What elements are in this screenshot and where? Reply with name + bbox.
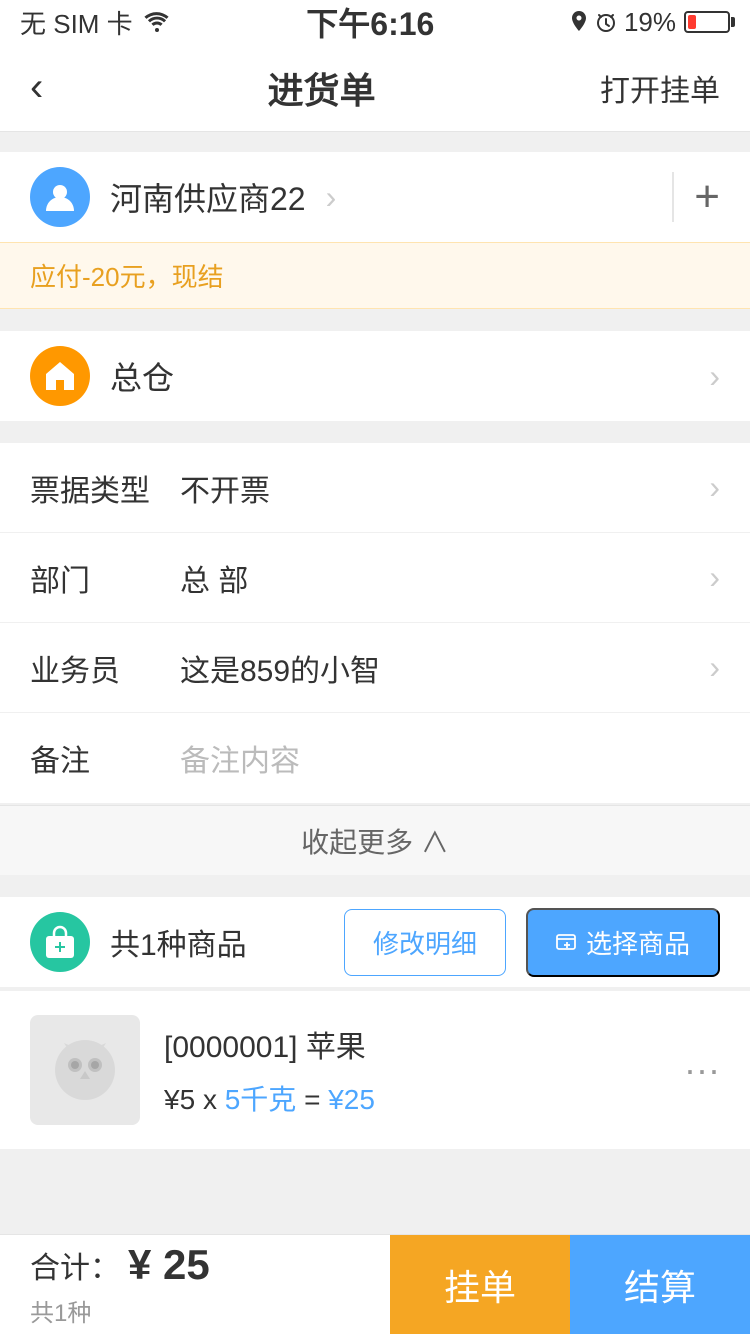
- total-label: 合计：: [30, 1243, 120, 1287]
- warehouse-row[interactable]: 总仓 ›: [0, 331, 750, 421]
- remark-row[interactable]: 备注 备注内容: [0, 713, 750, 803]
- checkout-label: 结算: [624, 1259, 696, 1311]
- back-button[interactable]: ‹: [30, 65, 43, 110]
- supplier-name: 河南供应商22: [110, 174, 306, 220]
- divider-5: [0, 987, 750, 989]
- divider-4: [0, 875, 750, 895]
- price-quantity: 5千克: [225, 1084, 297, 1115]
- wifi-icon: [143, 12, 171, 32]
- products-count: 共1种商品: [110, 920, 324, 964]
- sales-chevron-icon: ›: [709, 649, 720, 686]
- warehouse-chevron-icon: ›: [709, 358, 720, 395]
- product-name: [0000001] 苹果: [164, 1022, 660, 1066]
- warehouse-section: 总仓 ›: [0, 331, 750, 421]
- select-product-label: 选择商品: [586, 924, 690, 961]
- collapse-label: 收起更多 ∧: [301, 821, 449, 861]
- product-title: 苹果: [306, 1031, 366, 1064]
- product-info: [0000001] 苹果 ¥5 x 5千克 = ¥25: [164, 1022, 660, 1118]
- supplier-divider: [672, 172, 674, 222]
- page-title: 进货单: [268, 62, 376, 114]
- form-section: 票据类型 不开票 › 部门 总 部 › 业务员 这是859的小智 › 备注 备注…: [0, 443, 750, 803]
- divider-2: [0, 309, 750, 329]
- total-section: 合计： ¥ 25 共1种: [0, 1235, 390, 1334]
- open-pending-button[interactable]: 打开挂单: [600, 66, 720, 110]
- status-bar: 无 SIM 卡 下午6:16 19%: [0, 0, 750, 44]
- sales-value: 这是859的小智: [170, 646, 709, 690]
- sales-label: 业务员: [30, 646, 170, 690]
- price-unit: ¥5: [164, 1084, 195, 1115]
- checkout-button[interactable]: 结算: [570, 1235, 750, 1334]
- nav-bar: ‹ 进货单 打开挂单: [0, 44, 750, 132]
- product-more-button[interactable]: ···: [684, 1049, 720, 1091]
- edit-detail-button[interactable]: 修改明细: [344, 909, 506, 976]
- warehouse-name: 总仓: [110, 353, 709, 399]
- total-line: 合计： ¥ 25: [30, 1241, 360, 1289]
- battery-icon: [684, 11, 730, 33]
- warning-text: 应付-20元，现结: [30, 262, 224, 292]
- supplier-info: 河南供应商22 ›: [30, 167, 652, 227]
- product-thumbnail: [30, 1015, 140, 1125]
- dept-chevron-icon: ›: [709, 559, 720, 596]
- price-equals: =: [304, 1084, 328, 1115]
- warehouse-icon: [30, 346, 90, 406]
- invoice-value: 不开票: [170, 466, 709, 510]
- invoice-chevron-icon: ›: [709, 469, 720, 506]
- invoice-row[interactable]: 票据类型 不开票 ›: [0, 443, 750, 533]
- price-multiply: x: [203, 1084, 225, 1115]
- battery-percent: 19%: [624, 7, 676, 38]
- suspend-label: 挂单: [444, 1259, 516, 1311]
- invoice-label: 票据类型: [30, 466, 170, 510]
- dept-value: 总 部: [170, 556, 709, 600]
- supplier-section: 河南供应商22 › + 应付-20元，现结: [0, 152, 750, 309]
- status-right: 19%: [570, 7, 730, 38]
- divider-top: [0, 132, 750, 152]
- cart-add-icon: [556, 931, 578, 953]
- suspend-button[interactable]: 挂单: [390, 1235, 570, 1334]
- dept-label: 部门: [30, 556, 170, 600]
- product-item: [0000001] 苹果 ¥5 x 5千克 = ¥25 ···: [0, 991, 750, 1149]
- home-icon: [42, 358, 78, 394]
- status-time: 下午6:16: [306, 0, 434, 45]
- products-icon: [30, 912, 90, 972]
- divider-3: [0, 421, 750, 441]
- product-code: [0000001]: [164, 1031, 297, 1064]
- supplier-chevron-icon: ›: [326, 179, 337, 216]
- total-amount: ¥ 25: [128, 1241, 210, 1289]
- remark-label: 备注: [30, 736, 170, 780]
- location-icon: [570, 11, 588, 33]
- dept-row[interactable]: 部门 总 部 ›: [0, 533, 750, 623]
- collapse-row[interactable]: 收起更多 ∧: [0, 805, 750, 875]
- sales-row[interactable]: 业务员 这是859的小智 ›: [0, 623, 750, 713]
- total-sub: 共1种: [30, 1293, 360, 1328]
- alarm-icon: [596, 11, 616, 33]
- bag-icon: [42, 924, 78, 960]
- bottom-bar: 合计： ¥ 25 共1种 挂单 结算: [0, 1234, 750, 1334]
- carrier-text: 无 SIM 卡: [20, 4, 133, 41]
- status-left: 无 SIM 卡: [20, 4, 171, 41]
- products-header: 共1种商品 修改明细 选择商品: [0, 897, 750, 987]
- supplier-row[interactable]: 河南供应商22 › +: [0, 152, 750, 242]
- price-total: ¥25: [328, 1084, 375, 1115]
- add-supplier-button[interactable]: +: [694, 172, 720, 222]
- select-product-button[interactable]: 选择商品: [526, 908, 720, 977]
- remark-placeholder[interactable]: 备注内容: [170, 736, 720, 780]
- product-thumb-logo: [50, 1035, 120, 1105]
- person-icon: [42, 179, 78, 215]
- supplier-avatar: [30, 167, 90, 227]
- product-price: ¥5 x 5千克 = ¥25: [164, 1078, 660, 1118]
- warning-banner: 应付-20元，现结: [0, 242, 750, 309]
